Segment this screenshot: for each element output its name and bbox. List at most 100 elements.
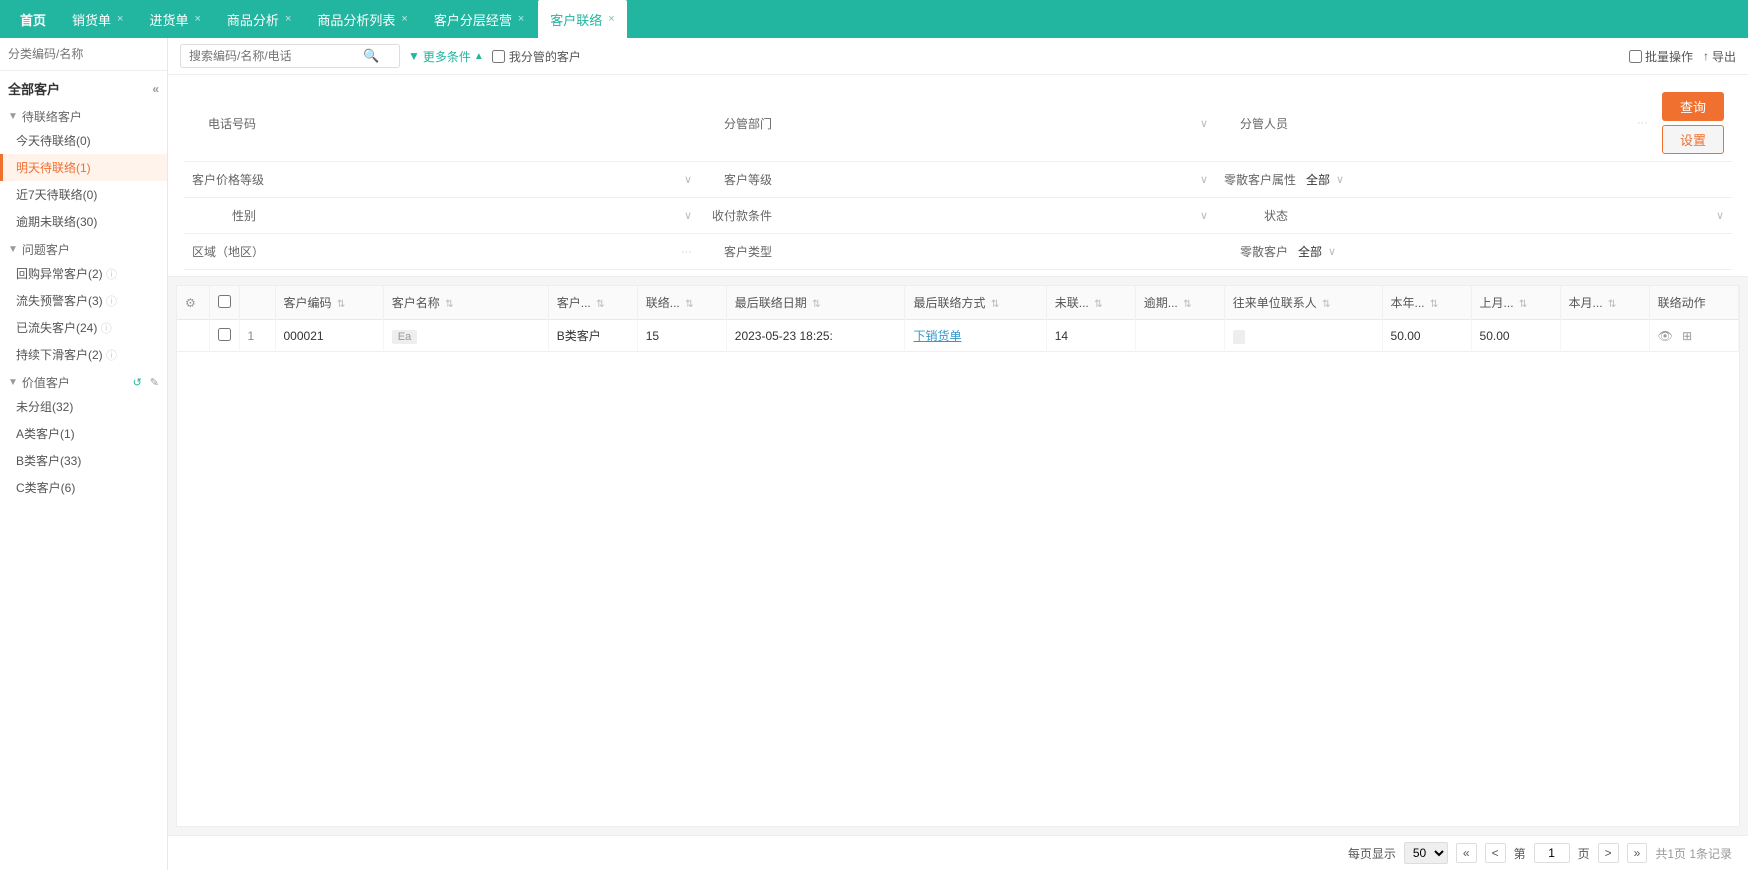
triangle-icon-2: ▼ xyxy=(8,244,18,255)
col-code: 客户编码 ⇅ xyxy=(275,286,383,320)
cell-settings xyxy=(177,320,209,352)
sidebar-item-class-c[interactable]: C类客户(6) xyxy=(0,474,167,501)
sort-type-icon[interactable]: ⇅ xyxy=(596,299,604,310)
first-page-button[interactable]: « xyxy=(1456,843,1477,863)
sort-company-icon[interactable]: ⇅ xyxy=(1322,299,1330,310)
page-number-input[interactable] xyxy=(1534,843,1570,863)
sort-contact-icon[interactable]: ⇅ xyxy=(685,299,693,310)
per-page-select[interactable]: 50 xyxy=(1404,842,1448,864)
col-overdue: 逾期... ⇅ xyxy=(1135,286,1224,320)
filter-retail-attr: 零散客户属性 全部 ∨ xyxy=(1216,162,1732,198)
filter-manager: 分管人员 ··· 查询 设置 xyxy=(1216,85,1732,162)
last-contact-method-link[interactable]: 下销货单 xyxy=(913,329,961,343)
sidebar-item-continuous-down[interactable]: 持续下滑客户(2) ⓘ xyxy=(0,341,167,368)
next-page-button[interactable]: > xyxy=(1598,843,1619,863)
close-sales-icon[interactable]: × xyxy=(117,13,123,25)
region-more-icon[interactable]: ··· xyxy=(681,246,692,258)
sidebar-item-7days[interactable]: 近7天待联络(0) xyxy=(0,181,167,208)
filter-dept-dropdown[interactable]: ∨ xyxy=(778,117,1208,130)
close-customer-contact-icon[interactable]: × xyxy=(608,13,614,25)
filter-dept: 分管部门 ∨ xyxy=(700,85,1216,162)
sidebar-collapse-icon[interactable]: « xyxy=(152,82,159,96)
col-this-month: 本月... ⇅ xyxy=(1560,286,1649,320)
sidebar-item-overdue[interactable]: 逾期未联络(30) xyxy=(0,208,167,235)
select-all-checkbox[interactable] xyxy=(218,295,231,308)
cell-last-contact-date: 2023-05-23 18:25: xyxy=(726,320,905,352)
sidebar-item-today[interactable]: 今天待联络(0) xyxy=(0,127,167,154)
sidebar-item-tomorrow[interactable]: 明天待联络(1) xyxy=(0,154,167,181)
row-checkbox[interactable] xyxy=(218,328,231,341)
sort-date-icon[interactable]: ⇅ xyxy=(812,299,820,310)
col-last-contact-date: 最后联络日期 ⇅ xyxy=(726,286,905,320)
my-customers-check[interactable] xyxy=(492,50,505,63)
close-purchase-icon[interactable]: × xyxy=(194,13,200,25)
batch-op-check[interactable] xyxy=(1629,50,1642,63)
nav-sales[interactable]: 销货单 × xyxy=(60,0,135,38)
sort-last-month-icon[interactable]: ⇅ xyxy=(1519,299,1527,310)
sort-name-icon[interactable]: ⇅ xyxy=(445,299,453,310)
nav-customer-contact[interactable]: 客户联络 × xyxy=(538,0,626,38)
chevron-down-icon-6: ∨ xyxy=(1200,209,1208,222)
sidebar-all-customers[interactable]: 全部客户 « xyxy=(0,71,167,102)
nav-purchase[interactable]: 进货单 × xyxy=(137,0,212,38)
manager-more-icon[interactable]: ··· xyxy=(1637,117,1648,129)
chevron-down-icon-7: ∨ xyxy=(1716,209,1724,222)
last-page-button[interactable]: » xyxy=(1627,843,1648,863)
filter-retail-customer-dropdown[interactable]: ∨ xyxy=(1328,245,1336,258)
sidebar-item-class-a[interactable]: A类客户(1) xyxy=(0,420,167,447)
sidebar-item-lost[interactable]: 已流失客户(24) ⓘ xyxy=(0,314,167,341)
search-icon[interactable]: 🔍 xyxy=(363,48,379,64)
sort-overdue-icon[interactable]: ⇅ xyxy=(1183,299,1191,310)
filter-status-dropdown[interactable]: ∨ xyxy=(1294,209,1724,222)
more-conditions-button[interactable]: ▼ 更多条件 ▲ xyxy=(408,48,484,65)
filter-phone: 电话号码 xyxy=(184,85,700,162)
cell-action: 👁 ⊞ xyxy=(1649,320,1738,352)
sort-pending-icon[interactable]: ⇅ xyxy=(1094,299,1102,310)
close-product-analysis-icon[interactable]: × xyxy=(285,13,291,25)
my-customers-checkbox[interactable]: 我分管的客户 xyxy=(492,48,581,65)
sort-code-icon[interactable]: ⇅ xyxy=(337,299,345,310)
filter-payment-dropdown[interactable]: ∨ xyxy=(778,209,1208,222)
filter-retail-customer: 零散客户 全部 ∨ xyxy=(1216,234,1732,270)
cell-pending-contact: 14 xyxy=(1046,320,1135,352)
search-input-wrap[interactable]: 🔍 xyxy=(180,44,400,68)
sidebar-item-abnormal[interactable]: 回购异常客户(2) ⓘ xyxy=(0,260,167,287)
batch-op-button[interactable]: 批量操作 xyxy=(1629,48,1693,65)
filter-retail-attr-dropdown[interactable]: ∨ xyxy=(1336,173,1344,186)
col-action: 联络动作 xyxy=(1649,286,1738,320)
table-row: 1 000021 Ea B类客户 15 2023-05-23 18:25: 下销… xyxy=(177,320,1739,352)
search-input[interactable] xyxy=(189,49,359,63)
sort-year-icon[interactable]: ⇅ xyxy=(1430,299,1438,310)
nav-product-analysis-list[interactable]: 商品分析列表 × xyxy=(305,0,419,38)
cell-contact-count: 15 xyxy=(637,320,726,352)
export-button[interactable]: ↑ 导出 xyxy=(1703,48,1736,65)
nav-customer-segment[interactable]: 客户分层经营 × xyxy=(422,0,536,38)
filter-customer-level-dropdown[interactable]: ∨ xyxy=(778,173,1208,186)
filter-price-level-dropdown[interactable]: ∨ xyxy=(270,173,692,186)
chevron-down-icon-2: ∨ xyxy=(684,173,692,186)
search-bar-right: 批量操作 ↑ 导出 xyxy=(1629,48,1736,65)
sort-method-icon[interactable]: ⇅ xyxy=(991,299,999,310)
filter-price-level: 客户价格等级 ∨ xyxy=(184,162,700,198)
action-grid-icon[interactable]: ⊞ xyxy=(1682,329,1692,343)
settings-icon[interactable]: ⚙ xyxy=(185,296,196,310)
prev-page-button[interactable]: < xyxy=(1485,843,1506,863)
sidebar-item-lost-risk[interactable]: 流失预警客户(3) ⓘ xyxy=(0,287,167,314)
query-button[interactable]: 查询 xyxy=(1662,92,1724,121)
nav-home[interactable]: 首页 xyxy=(8,0,58,38)
sidebar-item-ungrouped[interactable]: 未分组(32) xyxy=(0,393,167,420)
filter-phone-input[interactable] xyxy=(262,116,692,130)
nav-product-analysis[interactable]: 商品分析 × xyxy=(215,0,303,38)
close-product-analysis-list-icon[interactable]: × xyxy=(401,13,407,25)
setting-button[interactable]: 设置 xyxy=(1662,125,1724,154)
sidebar-search-bar: 🔍 xyxy=(0,38,167,71)
filter-gender-dropdown[interactable]: ∨ xyxy=(262,209,692,222)
sort-this-month-icon[interactable]: ⇅ xyxy=(1608,299,1616,310)
close-customer-segment-icon[interactable]: × xyxy=(518,13,524,25)
filter-payment: 收付款条件 ∨ xyxy=(700,198,1216,234)
sidebar-item-class-b[interactable]: B类客户(33) xyxy=(0,447,167,474)
sidebar-search-input[interactable] xyxy=(8,47,163,61)
cell-customer-type: B类客户 xyxy=(548,320,637,352)
col-rownum xyxy=(239,286,275,320)
action-eye-icon[interactable]: 👁 xyxy=(1658,329,1673,343)
